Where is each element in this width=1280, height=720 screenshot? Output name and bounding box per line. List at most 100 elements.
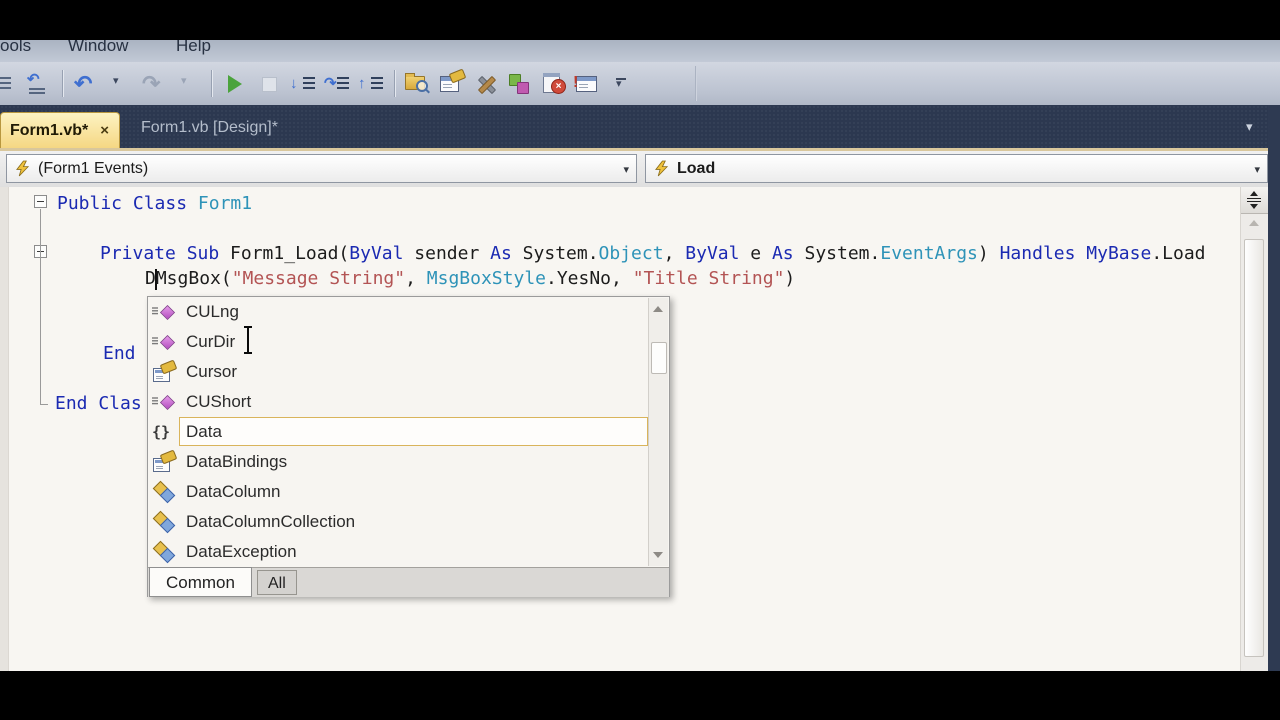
scrollbar-thumb[interactable]: [1244, 239, 1264, 657]
intellisense-item-curdir[interactable]: CurDir: [148, 327, 669, 357]
toolbox-icon[interactable]: [471, 69, 501, 99]
close-icon[interactable]: ×: [100, 122, 109, 139]
redo-icon[interactable]: ↷: [139, 69, 169, 99]
code-token: Public Class: [57, 193, 198, 214]
letterbox-bottom: [0, 671, 1280, 720]
undo-icon[interactable]: ↶: [71, 69, 101, 99]
code-token: Handles MyBase: [999, 243, 1152, 264]
objects-combobox[interactable]: (Form1 Events) ▾: [6, 154, 637, 183]
intellisense-item-databindings[interactable]: DataBindings: [148, 447, 669, 477]
toolbar-divider: [695, 66, 697, 101]
tab-form1-vb-design[interactable]: Form1.vb [Design]*: [141, 119, 278, 137]
step-into-icon[interactable]: ↓: [288, 69, 318, 99]
chevron-down-icon[interactable]: ▾: [1254, 163, 1260, 176]
code-token: "Message String": [231, 268, 406, 289]
scroll-down-icon[interactable]: [653, 552, 663, 558]
tab-common[interactable]: Common: [149, 567, 252, 597]
code-token: .Load: [1151, 243, 1206, 264]
intellisense-list: CULng CurDir Cursor CUShort {} Data DataBindin…: [148, 297, 669, 567]
code-token: Object: [598, 243, 664, 264]
indent-lines-icon[interactable]: [0, 69, 20, 99]
code-line: End Clas: [55, 391, 142, 416]
class-icon: [152, 510, 178, 534]
code-token: ): [784, 268, 796, 289]
properties-window-icon[interactable]: [437, 68, 467, 99]
namespace-icon: {}: [152, 423, 171, 441]
objects-combobox-value: (Form1 Events): [38, 159, 149, 177]
property-icon: [152, 449, 178, 474]
start-debug-icon[interactable]: [220, 69, 250, 99]
tab-label: Form1.vb*: [10, 121, 89, 139]
outline-guide-end: [40, 404, 48, 405]
code-line: End: [103, 341, 136, 366]
error-list-icon[interactable]: ×: [539, 69, 569, 99]
events-combobox[interactable]: Load ▾: [645, 154, 1268, 183]
intellisense-item-culng[interactable]: CULng: [148, 297, 669, 327]
redo-dropdown-icon[interactable]: ▾: [173, 69, 203, 99]
chevron-down-icon[interactable]: ▾: [623, 163, 629, 176]
outline-guide-line: [40, 209, 41, 404]
code-token: ): [977, 243, 1000, 264]
scrollbar-thumb[interactable]: [651, 342, 667, 374]
intellisense-item-dataexception[interactable]: DataException: [148, 537, 669, 567]
code-token: MsgBox(: [155, 268, 232, 289]
property-icon: [152, 359, 178, 384]
step-over-icon[interactable]: ↷: [322, 69, 352, 99]
toolbar-overflow-icon[interactable]: ▾: [607, 69, 637, 99]
ibeam-cursor: [242, 326, 254, 354]
code-line: Public Class Form1: [57, 191, 252, 216]
splitter-lines-icon: [1247, 198, 1261, 199]
tab-list-chevron-icon[interactable]: ▾: [1246, 119, 1253, 135]
step-out-icon[interactable]: ↑: [356, 69, 386, 99]
scroll-up-icon[interactable]: [653, 306, 663, 312]
intellisense-item-datacolumn[interactable]: DataColumn: [148, 477, 669, 507]
menu-item-tools[interactable]: ools: [0, 40, 31, 59]
code-token: Private Sub: [100, 243, 231, 264]
navigation-bar: (Form1 Events) ▾ Load ▾: [0, 151, 1268, 187]
menu-item-window[interactable]: Window: [68, 40, 128, 59]
intellisense-item-data[interactable]: {} Data: [148, 417, 669, 447]
split-window-handle[interactable]: [1241, 187, 1268, 214]
ide-window: ools Window Help ↶ ↶ ▾ ↷ ▾ ↓ ↷ ↑ ×! ▾ Form1.vb* ×…: [0, 0, 1280, 720]
method-icon: [152, 390, 178, 414]
letterbox-top: [0, 0, 1280, 40]
intellisense-scrollbar[interactable]: [648, 298, 668, 566]
break-all-icon[interactable]: [254, 69, 284, 99]
collapse-toggle-class[interactable]: [34, 195, 47, 208]
intellisense-item-datacolumncollection[interactable]: DataColumnCollection: [148, 507, 669, 537]
tab-form1-vb[interactable]: Form1.vb* ×: [0, 112, 121, 148]
splitter-down-arrow-icon: [1250, 204, 1258, 209]
intellisense-popup: CULng CurDir Cursor CUShort {} Data DataBindin…: [147, 296, 670, 597]
document-tab-strip: Form1.vb* × Form1.vb [Design]* ▾: [0, 105, 1280, 148]
uncomment-lines-icon[interactable]: ↶: [24, 69, 54, 99]
code-token: ,: [405, 268, 427, 289]
intellisense-item-label: Cursor: [186, 362, 238, 381]
code-token: End: [103, 343, 136, 364]
code-token: EventArgs: [880, 243, 978, 264]
scroll-up-icon[interactable]: [1249, 220, 1259, 226]
intellisense-item-cushort[interactable]: CUShort: [148, 387, 669, 417]
undo-dropdown-icon[interactable]: ▾: [105, 69, 135, 99]
intellisense-filter-tabs: Common All: [148, 567, 669, 597]
code-token: System.: [793, 243, 881, 264]
find-in-files-icon[interactable]: [403, 69, 433, 99]
indicator-margin: [0, 187, 9, 671]
editor-scrollbar[interactable]: [1240, 187, 1268, 671]
menu-item-help[interactable]: Help: [176, 40, 211, 59]
intellisense-item-label: Data: [186, 422, 222, 441]
menu-bar: ools Window Help: [0, 40, 1280, 62]
intellisense-item-cursor[interactable]: Cursor: [148, 357, 669, 387]
toolbar-separator: [62, 70, 63, 97]
code-token: sender: [403, 243, 491, 264]
code-token: Form1: [197, 193, 253, 214]
code-token: .YesNo,: [546, 268, 633, 289]
tab-all[interactable]: All: [257, 570, 297, 595]
immediate-window-icon[interactable]: !: [573, 69, 603, 99]
code-token: System.: [511, 243, 599, 264]
class-icon: [152, 480, 178, 504]
code-token: As: [490, 243, 512, 264]
solution-explorer-icon[interactable]: [505, 69, 535, 99]
code-token: MsgBoxStyle: [426, 268, 546, 289]
intellisense-item-label: CUShort: [186, 392, 252, 411]
code-token: As: [771, 243, 794, 264]
